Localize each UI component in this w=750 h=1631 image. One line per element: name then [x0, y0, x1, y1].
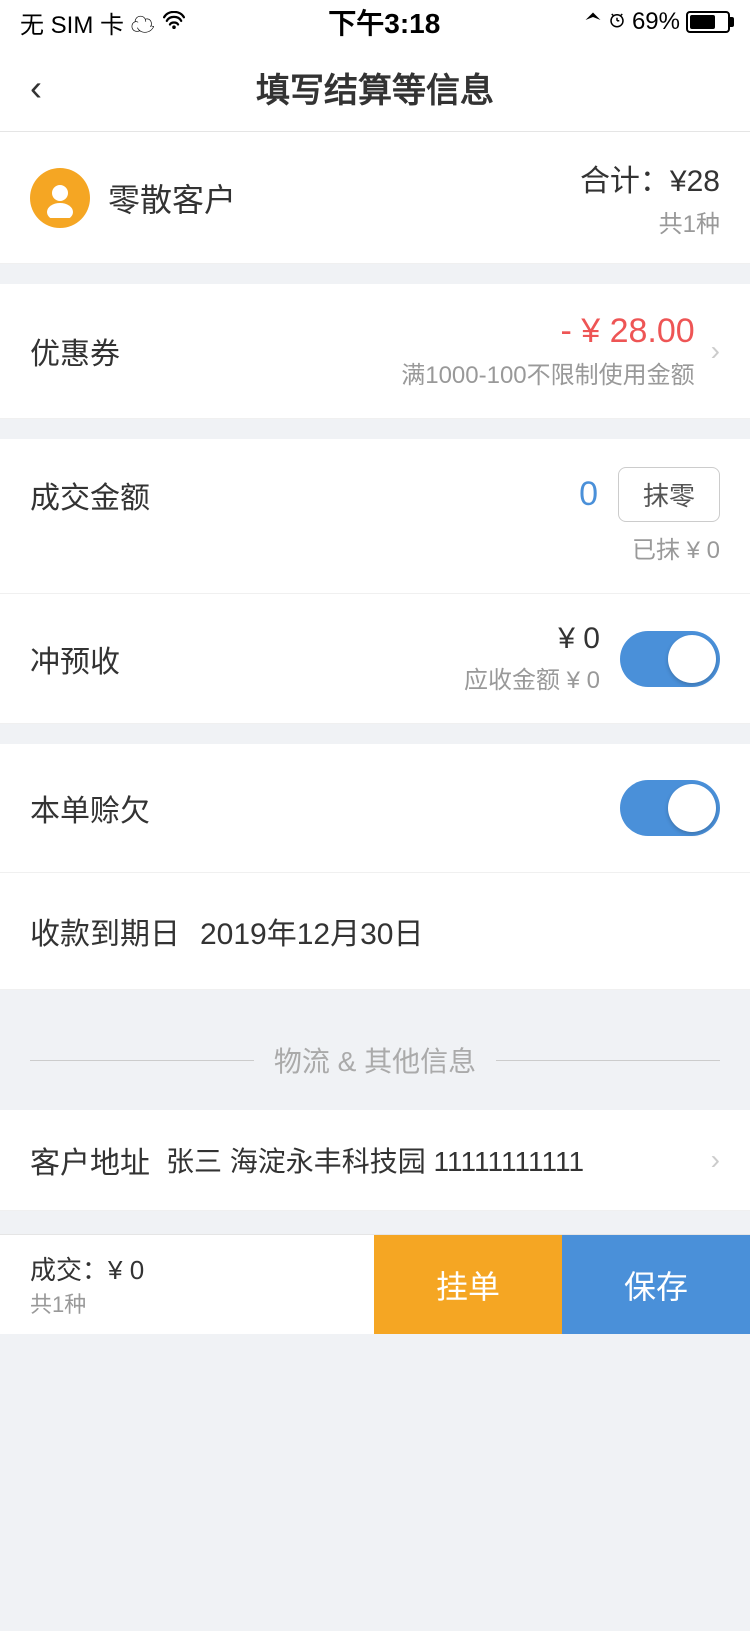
coupon-row[interactable]: 优惠券 - ¥ 28.00 满1000-100不限制使用金额 ›	[0, 284, 750, 419]
coupon-desc: 满1000-100不限制使用金额	[401, 355, 694, 390]
debt-toggle[interactable]	[620, 780, 720, 836]
back-button[interactable]: ‹	[30, 67, 42, 109]
transaction-sub: 已抹 ¥ 0	[30, 530, 720, 565]
coupon-value-block: - ¥ 28.00 满1000-100不限制使用金额	[401, 312, 694, 390]
coupon-chevron-icon: ›	[711, 335, 720, 367]
pending-button[interactable]: 挂单	[374, 1235, 562, 1334]
status-bar: 无 SIM 卡 ☁ 下午3:18 69%	[0, 0, 750, 44]
logistics-section: 物流 & 其他信息	[0, 1010, 750, 1110]
debt-row: 本单赊欠	[0, 744, 750, 873]
customer-right: 合计：¥28 共1种	[580, 156, 720, 239]
toggle-knob	[668, 635, 716, 683]
bottom-deal: 成交：¥ 0	[30, 1250, 344, 1287]
customer-name: 零散客户	[108, 175, 236, 221]
divider-3	[0, 724, 750, 744]
main-content: 零散客户 合计：¥28 共1种 优惠券 - ¥ 28.00 满1000-100不…	[0, 132, 750, 1631]
address-value: 张三 海淀永丰科技园 11111111111	[166, 1140, 695, 1180]
prepay-value-block: ¥ 0 应收金额 ¥ 0	[464, 622, 600, 695]
customer-total: 合计：¥28	[580, 156, 720, 200]
transaction-amount: 0	[579, 475, 598, 514]
prepay-row: 冲预收 ¥ 0 应收金额 ¥ 0	[0, 594, 750, 724]
page-title: 填写结算等信息	[256, 63, 494, 112]
coupon-discount: - ¥ 28.00	[401, 312, 694, 351]
divider-2	[0, 419, 750, 439]
location-icon	[584, 8, 602, 36]
alarm-icon	[608, 8, 626, 36]
battery-percent: 69%	[632, 8, 680, 36]
prepay-toggle[interactable]	[620, 631, 720, 687]
coupon-right: - ¥ 28.00 满1000-100不限制使用金额 ›	[401, 312, 720, 390]
due-date-label: 收款到期日	[30, 909, 180, 953]
transaction-row: 成交金额 0 抹零 已抹 ¥ 0	[0, 439, 750, 594]
status-time: 下午3:18	[328, 2, 440, 42]
transaction-right-top: 0 抹零	[579, 467, 720, 522]
debt-label: 本单赊欠	[30, 786, 150, 830]
prepay-amount: ¥ 0	[464, 622, 600, 656]
save-button[interactable]: 保存	[562, 1235, 750, 1334]
due-date-row: 收款到期日 2019年12月30日	[0, 873, 750, 990]
customer-row[interactable]: 零散客户 合计：¥28 共1种	[0, 132, 750, 264]
divider-4	[0, 990, 750, 1010]
battery-icon	[686, 11, 730, 33]
customer-avatar	[30, 168, 90, 228]
address-row[interactable]: 客户地址 张三 海淀永丰科技园 11111111111 ›	[0, 1110, 750, 1211]
address-label: 客户地址	[30, 1138, 150, 1182]
bottom-deal-label: 成交：	[30, 1255, 108, 1285]
bottom-count: 共1种	[30, 1287, 344, 1319]
debt-toggle-knob	[668, 784, 716, 832]
prepay-right: ¥ 0 应收金额 ¥ 0	[464, 622, 720, 695]
status-right: 69%	[584, 8, 730, 36]
bottom-info: 成交：¥ 0 共1种	[0, 1235, 374, 1334]
logistics-line-left	[30, 1060, 254, 1061]
prepay-sub: 应收金额 ¥ 0	[464, 660, 600, 695]
transaction-top: 成交金额 0 抹零	[30, 467, 720, 522]
coupon-label: 优惠券	[30, 329, 120, 373]
wifi-icon	[163, 8, 185, 36]
customer-left: 零散客户	[30, 168, 236, 228]
customer-count: 共1种	[580, 204, 720, 239]
due-date-value: 2019年12月30日	[200, 909, 423, 953]
bottom-deal-value: ¥ 0	[108, 1255, 144, 1285]
transaction-label: 成交金额	[30, 473, 150, 517]
logistics-line-right	[496, 1060, 720, 1061]
bottom-bar: 成交：¥ 0 共1种 挂单 保存	[0, 1234, 750, 1334]
no-sim-label: 无 SIM 卡 ☁	[20, 5, 155, 40]
logistics-text: 物流 & 其他信息	[274, 1040, 476, 1080]
divider-1	[0, 264, 750, 284]
status-left: 无 SIM 卡 ☁	[20, 5, 185, 40]
prepay-label: 冲预收	[30, 637, 120, 681]
round-button[interactable]: 抹零	[618, 467, 720, 522]
nav-bar: ‹ 填写结算等信息	[0, 44, 750, 132]
address-chevron-icon: ›	[711, 1144, 720, 1176]
